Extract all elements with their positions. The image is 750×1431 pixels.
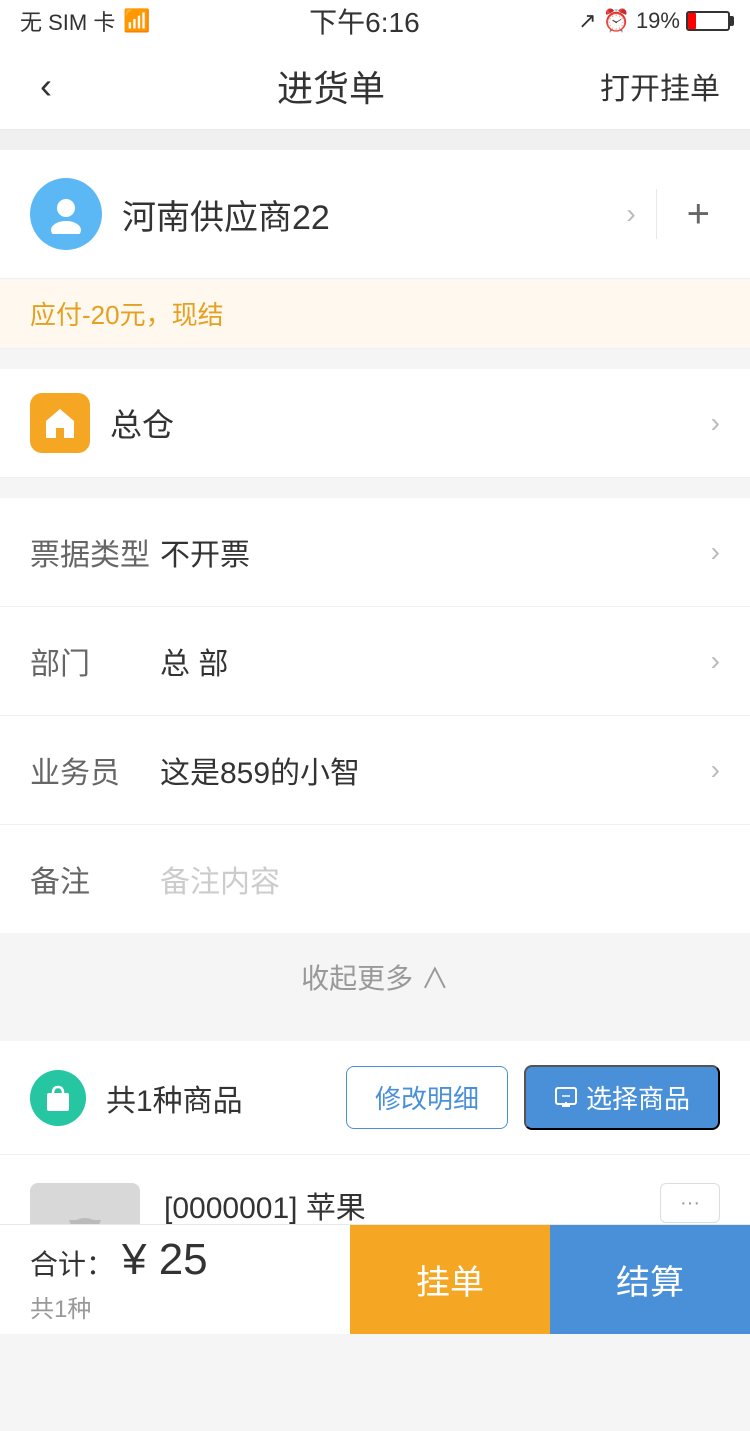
collapse-row[interactable]: 收起更多 ∧ xyxy=(0,933,750,1021)
supplier-chevron-icon: › xyxy=(626,198,635,230)
add-button[interactable]: + xyxy=(677,182,720,247)
warehouse-chevron-icon: › xyxy=(711,407,720,439)
supplier-name: 河南供应商22 xyxy=(122,190,626,239)
wifi-icon: 📶 xyxy=(123,8,150,34)
product-name: [0000001] 苹果 xyxy=(164,1183,644,1227)
open-hang-button[interactable]: 打开挂单 xyxy=(600,64,720,108)
hang-button[interactable]: 挂单 xyxy=(350,1225,550,1334)
section-divider-1 xyxy=(0,130,750,150)
warehouse-name: 总仓 xyxy=(110,400,711,446)
battery-icon xyxy=(686,11,730,31)
total-label: 合计： xyxy=(30,1243,114,1283)
product-title: 苹果 xyxy=(306,1192,366,1225)
supplier-avatar xyxy=(30,178,102,250)
bottom-total: 合计： ¥ 25 共1种 xyxy=(0,1225,350,1334)
invoice-type-value: 不开票 xyxy=(160,530,711,574)
warehouse-row[interactable]: 总仓 › xyxy=(0,369,750,478)
product-count: 共1种商品 xyxy=(106,1076,346,1120)
total-sub: 共1种 xyxy=(30,1289,320,1324)
department-value: 总 部 xyxy=(160,639,711,683)
modify-detail-button[interactable]: 修改明细 xyxy=(346,1066,508,1129)
department-chevron-icon: › xyxy=(711,645,720,677)
status-left: 无 SIM 卡 📶 xyxy=(20,5,151,37)
shopping-bag-icon xyxy=(43,1083,73,1113)
checkout-label: 结算 xyxy=(616,1255,684,1304)
salesperson-value: 这是859的小智 xyxy=(160,748,711,792)
salesperson-row[interactable]: 业务员 这是859的小智 › xyxy=(0,716,750,825)
product-more-button[interactable]: ··· xyxy=(660,1183,720,1223)
product-code: [0000001] xyxy=(164,1192,297,1225)
total-row: 合计： ¥ 25 xyxy=(30,1235,320,1285)
invoice-type-row[interactable]: 票据类型 不开票 › xyxy=(0,498,750,607)
status-right: ↗ ⏰ 19% xyxy=(578,8,730,34)
invoice-type-chevron-icon: › xyxy=(711,536,720,568)
supplier-section: 河南供应商22 › + 应付-20元，现结 xyxy=(0,150,750,349)
back-button[interactable]: ‹ xyxy=(30,55,62,117)
supplier-row[interactable]: 河南供应商22 › + xyxy=(0,150,750,279)
form-section: 票据类型 不开票 › 部门 总 部 › 业务员 这是859的小智 › 备注 备注… xyxy=(0,498,750,933)
department-row[interactable]: 部门 总 部 › xyxy=(0,607,750,716)
product-header: 共1种商品 修改明细 选择商品 xyxy=(0,1041,750,1155)
salesperson-label: 业务员 xyxy=(30,748,160,792)
supplier-avatar-icon xyxy=(46,194,86,234)
notice-bar: 应付-20元，现结 xyxy=(0,279,750,349)
page-title: 进货单 xyxy=(277,60,385,112)
checkout-button[interactable]: 结算 xyxy=(550,1225,750,1334)
product-header-icon xyxy=(30,1070,86,1126)
alarm-icon: ⏰ xyxy=(603,8,630,34)
battery-percent: 19% xyxy=(636,8,680,34)
hang-label: 挂单 xyxy=(416,1255,484,1304)
remark-row[interactable]: 备注 备注内容 xyxy=(0,825,750,933)
collapse-label: 收起更多 ∧ xyxy=(301,957,449,997)
warehouse-icon xyxy=(30,393,90,453)
total-amount: ¥ 25 xyxy=(122,1235,208,1285)
bottom-bar: 合计： ¥ 25 共1种 挂单 结算 xyxy=(0,1224,750,1334)
carrier-text: 无 SIM 卡 xyxy=(20,5,115,37)
nav-bar: ‹ 进货单 打开挂单 xyxy=(0,42,750,130)
department-label: 部门 xyxy=(30,639,160,683)
remark-label: 备注 xyxy=(30,857,160,901)
status-time: 下午6:16 xyxy=(309,1,420,41)
select-product-icon xyxy=(554,1086,578,1110)
select-product-label: 选择商品 xyxy=(586,1079,690,1116)
status-bar: 无 SIM 卡 📶 下午6:16 ↗ ⏰ 19% xyxy=(0,0,750,42)
remark-placeholder: 备注内容 xyxy=(160,857,720,901)
location-icon: ↗ xyxy=(578,8,596,34)
invoice-type-label: 票据类型 xyxy=(30,530,160,574)
supplier-divider xyxy=(656,189,657,239)
warehouse-home-icon xyxy=(43,406,77,440)
salesperson-chevron-icon: › xyxy=(711,754,720,786)
select-product-button[interactable]: 选择商品 xyxy=(524,1065,720,1130)
